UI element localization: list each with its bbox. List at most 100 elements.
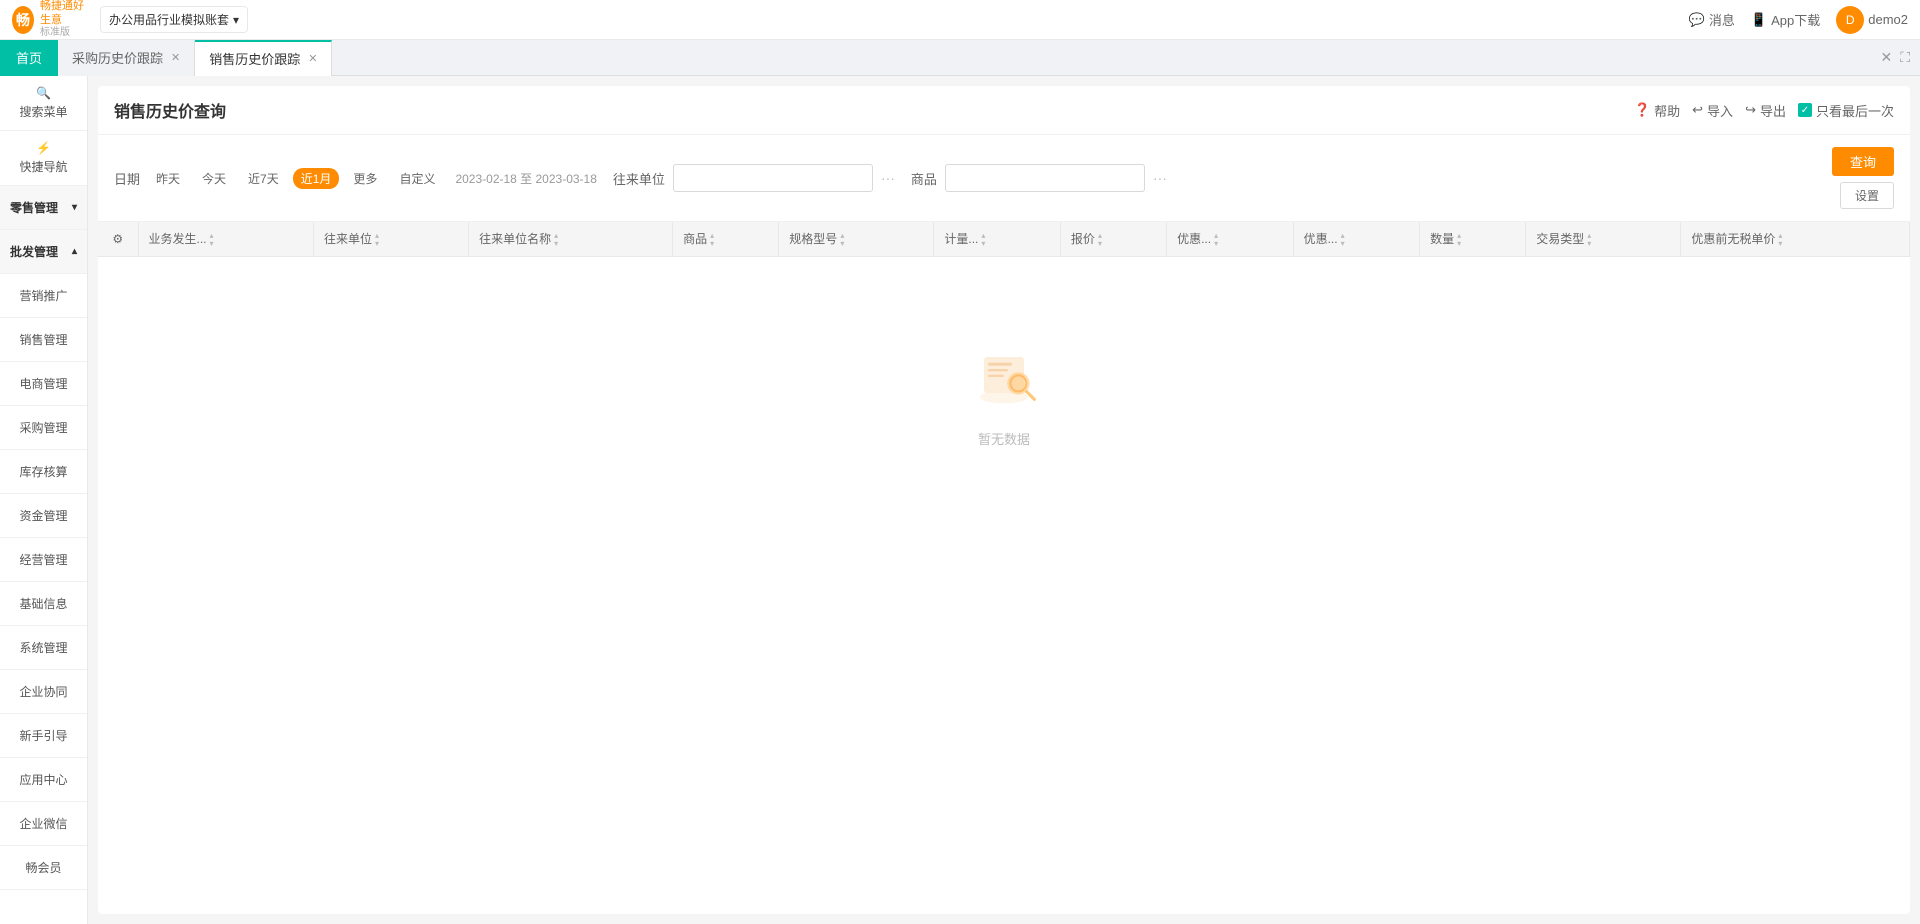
date-option-custom[interactable]: 自定义 <box>391 168 443 189</box>
tab-purchase-close[interactable]: ✕ <box>171 51 180 64</box>
tab-sales-history[interactable]: 销售历史价跟踪 ✕ <box>195 40 332 76</box>
th-bizdate[interactable]: 业务发生...▴▾ <box>138 222 314 256</box>
only-last-checkbox[interactable]: ✓ 只看最后一次 <box>1798 101 1894 120</box>
tab-bar: 首页 采购历史价跟踪 ✕ 销售历史价跟踪 ✕ ✕ ⛶ <box>0 40 1920 76</box>
import-action[interactable]: ↩ 导入 <box>1692 101 1733 120</box>
sidebar-item-quicknav[interactable]: ⚡ 快捷导航 <box>0 131 87 186</box>
page-header: 销售历史价查询 ❓ 帮助 ↩ 导入 ↪ 导出 ✓ <box>98 86 1910 135</box>
member-label: 畅会员 <box>25 859 61 876</box>
sidebar-item-marketing[interactable]: 营销推广 <box>0 274 87 318</box>
th-settings[interactable]: ⚙ <box>98 222 138 256</box>
message-icon: 💬 <box>1689 12 1705 28</box>
sidebar-item-wholesale[interactable]: 批发管理 ▴ <box>0 230 87 274</box>
message-label: 消息 <box>1709 10 1735 29</box>
export-action[interactable]: ↪ 导出 <box>1745 101 1786 120</box>
date-option-1month[interactable]: 近1月 <box>293 168 340 189</box>
th-unit[interactable]: 计量...▴▾ <box>934 222 1061 256</box>
import-label: 导入 <box>1707 101 1733 120</box>
logo-text: 畅捷通好生意 标准版 <box>40 0 92 38</box>
settings-icon: ⚙ <box>112 232 123 246</box>
app-download-label: App下载 <box>1771 10 1820 29</box>
enterprise-label: 企业协同 <box>19 683 67 700</box>
help-action[interactable]: ❓ 帮助 <box>1634 101 1680 120</box>
empty-text: 暂无数据 <box>978 429 1030 448</box>
system-label: 系统管理 <box>19 639 67 656</box>
user-area[interactable]: D demo2 <box>1836 6 1908 34</box>
date-range-text: 2023-02-18 至 2023-03-18 <box>455 170 596 187</box>
tab-close-all-icon[interactable]: ✕ <box>1880 49 1892 66</box>
date-option-more[interactable]: 更多 <box>345 168 385 189</box>
app-download-action[interactable]: 📱 App下载 <box>1751 10 1820 29</box>
th-qty[interactable]: 数量▴▾ <box>1420 222 1526 256</box>
th-product[interactable]: 商品▴▾ <box>673 222 779 256</box>
quicknav-icon: ⚡ <box>36 141 51 155</box>
help-label: 帮助 <box>1654 101 1680 120</box>
product-input[interactable] <box>945 164 1145 192</box>
sidebar-item-newbie[interactable]: 新手引导 <box>0 714 87 758</box>
sidebar-wholesale-label: 批发管理 <box>10 243 58 260</box>
filter-area: 日期 昨天 今天 近7天 近1月 更多 自定义 2023-02-18 至 202… <box>98 135 1910 222</box>
page-title: 销售历史价查询 <box>114 98 226 122</box>
chevron-down-icon: ▾ <box>72 202 77 213</box>
th-discount2[interactable]: 优惠...▴▾ <box>1293 222 1420 256</box>
tab-sales-close[interactable]: ✕ <box>308 52 317 65</box>
sidebar-item-member[interactable]: 畅会员 <box>0 846 87 890</box>
tab-home[interactable]: 首页 <box>0 40 58 76</box>
inventory-label: 库存核算 <box>19 463 67 480</box>
app-selector[interactable]: 办公用品行业模拟账套 ▾ <box>100 6 248 33</box>
sidebar-item-finance[interactable]: 资金管理 <box>0 494 87 538</box>
checkbox-checked-icon: ✓ <box>1798 103 1812 117</box>
header-right: 💬 消息 📱 App下载 D demo2 <box>1689 6 1908 34</box>
date-option-today[interactable]: 今天 <box>194 168 234 189</box>
product-dots[interactable]: ··· <box>1153 170 1167 186</box>
sidebar: 🔍 搜索菜单 ⚡ 快捷导航 零售管理 ▾ 批发管理 ▴ 营销推广 销售管理 电商… <box>0 76 88 924</box>
sidebar-item-system[interactable]: 系统管理 <box>0 626 87 670</box>
search-icon: 🔍 <box>36 86 51 100</box>
sidebar-item-retail[interactable]: 零售管理 ▾ <box>0 186 87 230</box>
sidebar-search-label: 搜索菜单 <box>19 103 67 120</box>
date-options: 昨天 今天 近7天 近1月 更多 自定义 <box>148 168 443 189</box>
th-notax-price[interactable]: 优惠前无税单价▴▾ <box>1681 222 1910 256</box>
sidebar-item-inventory[interactable]: 库存核算 <box>0 450 87 494</box>
logo-area: 畅 畅捷通好生意 标准版 <box>12 0 92 38</box>
th-partner-name[interactable]: 往来单位名称▴▾ <box>469 222 673 256</box>
operation-label: 经营管理 <box>19 551 67 568</box>
sidebar-item-search[interactable]: 🔍 搜索菜单 <box>0 76 87 131</box>
avatar: D <box>1836 6 1864 34</box>
partner-dots[interactable]: ··· <box>881 170 895 186</box>
message-action[interactable]: 💬 消息 <box>1689 10 1735 29</box>
th-partner[interactable]: 往来单位▴▾ <box>314 222 469 256</box>
only-last-label: 只看最后一次 <box>1816 101 1894 120</box>
partner-input[interactable] <box>673 164 873 192</box>
tab-fullscreen-icon[interactable]: ⛶ <box>1900 49 1910 66</box>
appcenter-label: 应用中心 <box>19 771 67 788</box>
chevron-down-icon: ▾ <box>233 13 239 27</box>
sidebar-item-basic[interactable]: 基础信息 <box>0 582 87 626</box>
sidebar-item-operation[interactable]: 经营管理 <box>0 538 87 582</box>
sidebar-item-purchase[interactable]: 采购管理 <box>0 406 87 450</box>
th-price[interactable]: 报价▴▾ <box>1060 222 1166 256</box>
tab-purchase-history[interactable]: 采购历史价跟踪 ✕ <box>58 40 195 76</box>
sidebar-item-enterprise[interactable]: 企业协同 <box>0 670 87 714</box>
sidebar-retail-label: 零售管理 <box>10 199 58 216</box>
date-option-yesterday[interactable]: 昨天 <box>148 168 188 189</box>
import-icon: ↩ <box>1692 102 1703 118</box>
th-spec[interactable]: 规格型号▴▾ <box>779 222 934 256</box>
basic-label: 基础信息 <box>19 595 67 612</box>
date-option-7days[interactable]: 近7天 <box>240 168 287 189</box>
tab-sales-label: 销售历史价跟踪 <box>209 49 300 68</box>
chevron-up-icon: ▴ <box>72 246 77 257</box>
th-trade-type[interactable]: 交易类型▴▾ <box>1526 222 1681 256</box>
sidebar-item-wechat[interactable]: 企业微信 <box>0 802 87 846</box>
sidebar-item-sales[interactable]: 销售管理 <box>0 318 87 362</box>
setting-button[interactable]: 设置 <box>1840 182 1894 209</box>
sidebar-item-appcenter[interactable]: 应用中心 <box>0 758 87 802</box>
ecommerce-label: 电商管理 <box>19 375 67 392</box>
query-button[interactable]: 查询 <box>1832 147 1894 176</box>
th-discount1[interactable]: 优惠...▴▾ <box>1167 222 1294 256</box>
wechat-label: 企业微信 <box>19 815 67 832</box>
marketing-label: 营销推广 <box>19 287 67 304</box>
sidebar-item-ecommerce[interactable]: 电商管理 <box>0 362 87 406</box>
sales-label: 销售管理 <box>19 331 67 348</box>
top-header: 畅 畅捷通好生意 标准版 办公用品行业模拟账套 ▾ 💬 消息 📱 App下载 D… <box>0 0 1920 40</box>
